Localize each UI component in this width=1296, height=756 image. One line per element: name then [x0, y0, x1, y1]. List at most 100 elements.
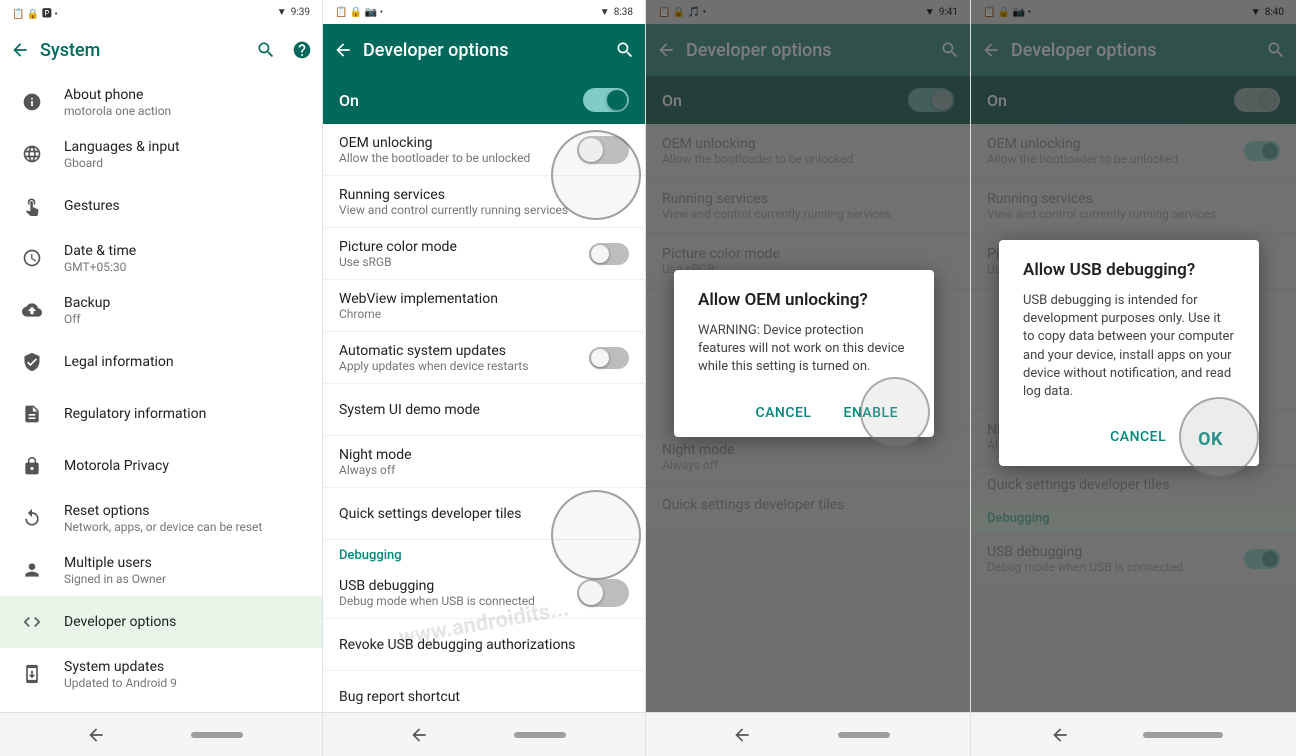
webview-title: WebView implementation — [339, 291, 629, 307]
regulatory-icon — [16, 398, 48, 430]
main-toggle[interactable] — [583, 88, 629, 112]
oem-cancel-button[interactable]: Cancel — [743, 397, 823, 429]
language-title: Languages & input — [64, 139, 180, 155]
autoupdate-toggle-knob — [591, 349, 609, 367]
picture-toggle[interactable] — [589, 243, 629, 265]
settings-list-1: About phone motorola one action Language… — [0, 76, 322, 712]
reset-subtitle: Network, apps, or device can be reset — [64, 520, 262, 534]
oem-enable-button[interactable]: Enable — [831, 397, 910, 429]
status-icons-left: 📋 🔒 🅿 • — [12, 5, 58, 20]
top-bar-1: System — [0, 24, 322, 76]
settings-item-datetime[interactable]: Date & time GMT+05:30 — [0, 232, 322, 284]
settings-item-language[interactable]: Languages & input Gboard — [0, 128, 322, 180]
updates-icon — [16, 658, 48, 690]
notification-icons: 📋 🔒 🅿 • — [12, 5, 58, 20]
backup-icon — [16, 294, 48, 326]
oem-dialog: Allow OEM unlocking? WARNING: Device pro… — [674, 270, 934, 437]
autoupdate-title: Automatic system updates — [339, 343, 589, 359]
datetime-icon — [16, 242, 48, 274]
panel-usb-dialog: 📋 🔒 📷 • ▼ 8:40 Developer options On OEM … — [971, 0, 1296, 756]
on-label: On — [339, 91, 359, 110]
dev-item-picture[interactable]: Picture color mode Use sRGB — [323, 228, 645, 280]
notification-icons-2: 📋 🔒 📷 • — [335, 7, 383, 18]
settings-item-updates[interactable]: System updates Updated to Android 9 — [0, 648, 322, 700]
help-button-1[interactable] — [290, 38, 314, 62]
usb-subtitle: Debug mode when USB is connected — [339, 594, 577, 608]
oem-subtitle: Allow the bootloader to be unlocked — [339, 151, 577, 165]
picture-toggle-knob — [591, 245, 609, 263]
language-subtitle: Gboard — [64, 156, 180, 170]
autoupdate-toggle[interactable] — [589, 347, 629, 369]
home-indicator-3 — [838, 732, 890, 738]
back-nav-4[interactable] — [1044, 719, 1076, 751]
circle-oem — [551, 130, 641, 220]
wifi-icon: ▼ — [277, 7, 287, 18]
language-icon — [16, 138, 48, 170]
settings-item-backup[interactable]: Backup Off — [0, 284, 322, 336]
developer-icon — [16, 606, 48, 638]
privacy-title: Motorola Privacy — [64, 458, 169, 474]
panel-developer: 📋 🔒 📷 • ▼ 8:38 Developer options On OEM … — [323, 0, 646, 756]
backup-title: Backup — [64, 295, 110, 311]
panel-oem-dialog: 📋 🔒 🎵 • ▼ 9:41 Developer options On OEM … — [646, 0, 971, 756]
main-toggle-knob — [607, 90, 627, 110]
on-row: On — [323, 76, 645, 124]
settings-item-legal[interactable]: Legal information — [0, 336, 322, 388]
users-title: Multiple users — [64, 555, 166, 571]
usb-dialog-title: Allow USB debugging? — [1023, 260, 1235, 280]
back-nav-1[interactable] — [80, 719, 112, 751]
revoke-title: Revoke USB debugging authorizations — [339, 637, 629, 653]
top-bar-icons-1 — [254, 38, 314, 62]
privacy-icon — [16, 450, 48, 482]
back-button-1[interactable] — [8, 38, 32, 62]
about-icon — [16, 86, 48, 118]
oem-title: OEM unlocking — [339, 135, 577, 151]
settings-item-reset[interactable]: Reset options Network, apps, or device c… — [0, 492, 322, 544]
usb-cancel-button[interactable]: Cancel — [1098, 421, 1178, 458]
bottom-nav-4 — [971, 712, 1296, 756]
status-icons-right-2: ▼ 8:38 — [600, 7, 633, 18]
usb-title: USB debugging — [339, 578, 577, 594]
search-button-2[interactable] — [613, 38, 637, 62]
usb-dialog: Allow USB debugging? USB debugging is in… — [999, 240, 1259, 466]
usb-toggle[interactable] — [577, 579, 629, 607]
dev-item-night[interactable]: Night mode Always off — [323, 436, 645, 488]
dev-item-revoke[interactable]: Revoke USB debugging authorizations — [323, 619, 645, 671]
about-subtitle: motorola one action — [64, 104, 171, 118]
home-indicator-4 — [1143, 732, 1223, 738]
back-nav-3[interactable] — [726, 719, 758, 751]
status-icons-right: ▼ 9:39 — [277, 7, 310, 18]
uidemo-title: System UI demo mode — [339, 402, 629, 418]
reset-icon — [16, 502, 48, 534]
home-indicator-1 — [191, 732, 243, 738]
oem-dialog-body: WARNING: Device protection features will… — [698, 322, 910, 377]
reset-title: Reset options — [64, 503, 262, 519]
bottom-nav-1 — [0, 712, 322, 756]
dev-item-autoupdate[interactable]: Automatic system updates Apply updates w… — [323, 332, 645, 384]
back-button-2[interactable] — [331, 38, 355, 62]
settings-item-about[interactable]: About phone motorola one action — [0, 76, 322, 128]
home-indicator-2 — [514, 732, 566, 738]
enable-circle — [860, 377, 930, 447]
regulatory-title: Regulatory information — [64, 406, 206, 422]
datetime-title: Date & time — [64, 243, 136, 259]
search-button-1[interactable] — [254, 38, 278, 62]
datetime-subtitle: GMT+05:30 — [64, 260, 136, 274]
time-1: 9:39 — [291, 7, 310, 18]
usb-ok-button[interactable]: OK — [1186, 421, 1235, 458]
settings-item-developer[interactable]: Developer options — [0, 596, 322, 648]
updates-subtitle: Updated to Android 9 — [64, 676, 177, 690]
dev-item-bug[interactable]: Bug report shortcut — [323, 671, 645, 712]
bug-title: Bug report shortcut — [339, 689, 629, 705]
updates-title: System updates — [64, 659, 177, 675]
webview-subtitle: Chrome — [339, 307, 629, 321]
settings-item-gestures[interactable]: Gestures — [0, 180, 322, 232]
night-subtitle: Always off — [339, 463, 629, 477]
settings-item-users[interactable]: Multiple users Signed in as Owner — [0, 544, 322, 596]
dev-item-webview[interactable]: WebView implementation Chrome — [323, 280, 645, 332]
usb-dialog-body: USB debugging is intended for developmen… — [1023, 292, 1235, 401]
settings-item-regulatory[interactable]: Regulatory information — [0, 388, 322, 440]
back-nav-2[interactable] — [403, 719, 435, 751]
settings-item-privacy[interactable]: Motorola Privacy — [0, 440, 322, 492]
dev-item-uidemo[interactable]: System UI demo mode — [323, 384, 645, 436]
